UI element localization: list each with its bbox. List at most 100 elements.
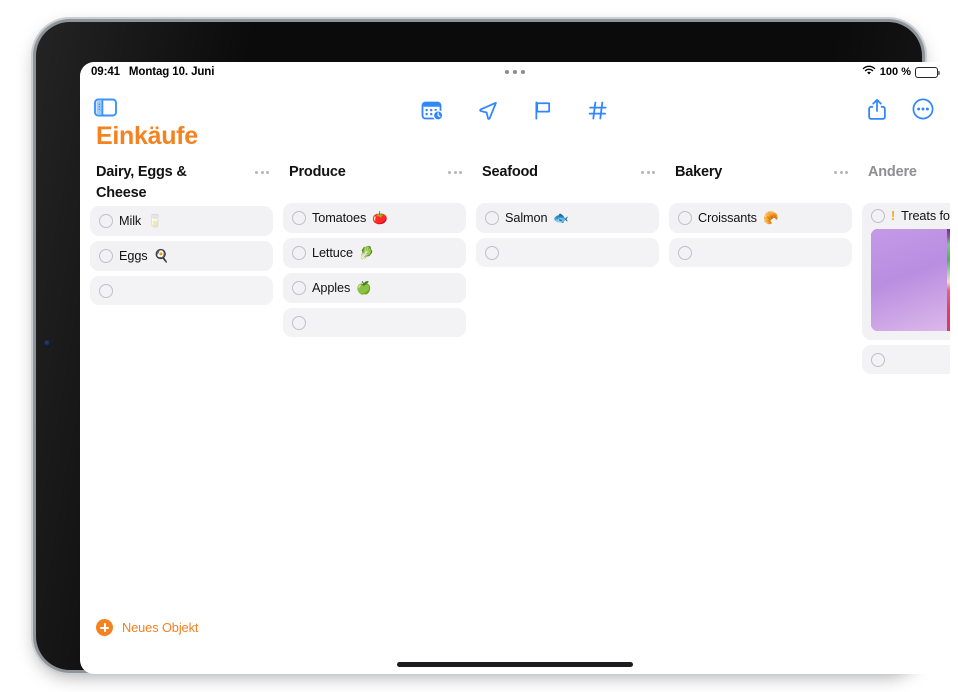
list-item-line: Tomatoes 🍅 [292, 211, 388, 226]
column-menu-icon[interactable] [834, 162, 848, 174]
list-item-text: Croissants [698, 211, 757, 225]
dot [505, 70, 509, 74]
list-item[interactable]: Milk 🥛 [90, 206, 273, 237]
home-indicator[interactable] [397, 662, 633, 667]
toolbar-right-actions [864, 97, 936, 121]
column-rows: Milk 🥛 Eggs 🍳 [90, 206, 273, 306]
ipad-device-frame: 09:41 Montag 10. Juni 100 % Einkäufe Dai… [36, 22, 950, 674]
location-arrow-icon[interactable] [475, 98, 501, 122]
navigation-toolbar [80, 86, 950, 134]
list-item[interactable]: Tomatoes 🍅 [283, 203, 466, 233]
flag-icon[interactable] [530, 98, 556, 122]
empty-list-item[interactable] [476, 238, 659, 267]
checkbox-icon[interactable] [678, 245, 692, 260]
column-title[interactable]: Bakery [675, 162, 722, 183]
checkbox-icon[interactable] [99, 214, 113, 229]
list-item-text: Treats for t [901, 209, 950, 223]
empty-list-item[interactable] [862, 345, 950, 374]
column-header: Andere [862, 162, 950, 200]
column-menu-icon[interactable] [448, 162, 462, 174]
list-item-line: Milk 🥛 [99, 214, 163, 229]
column-title[interactable]: Produce [289, 162, 346, 183]
list-item-line: ! Treats for t [871, 209, 950, 223]
list-item-emoji: 🍏 [356, 280, 372, 295]
list-item[interactable]: Eggs 🍳 [90, 241, 273, 272]
multitasking-dots-icon[interactable] [505, 70, 525, 74]
column-menu-icon[interactable] [255, 162, 269, 174]
sidebar-toggle-icon[interactable] [94, 98, 117, 122]
list-item-line: Lettuce 🥬 [292, 246, 375, 261]
list-item-line [678, 245, 692, 260]
toolbar-actions [420, 98, 611, 122]
page-title[interactable]: Einkäufe [96, 122, 198, 151]
list-item-line: Salmon 🐟 [485, 211, 569, 226]
column-menu-icon[interactable] [641, 162, 655, 174]
list-item-emoji: 🐟 [553, 210, 569, 225]
front-camera-icon [44, 340, 51, 347]
list-item-text: Lettuce [312, 246, 353, 260]
list-item-emoji: 🍅 [372, 210, 388, 225]
status-time: 09:41 [91, 66, 120, 78]
list-item[interactable]: Salmon 🐟 [476, 203, 659, 233]
share-icon[interactable] [864, 97, 890, 121]
list-item[interactable]: Apples 🍏 [283, 273, 466, 303]
checkbox-icon[interactable] [99, 249, 113, 264]
dot [839, 171, 843, 174]
checkbox-icon[interactable] [485, 211, 499, 225]
board-column: Produce Tomatoes 🍅 Lettuce 🥬 Apples 🍏 [283, 162, 476, 626]
column-title[interactable]: Dairy, Eggs & Cheese [96, 162, 236, 203]
new-item-button[interactable]: Neues Objekt [96, 619, 198, 636]
list-item-emoji: 🥐 [762, 210, 779, 225]
list-item-text: Eggs [119, 249, 148, 264]
checkbox-icon[interactable] [292, 315, 306, 330]
empty-list-item[interactable] [669, 238, 852, 267]
column-rows: Salmon 🐟 [476, 203, 659, 267]
list-item-line [485, 245, 499, 260]
battery-percent-label: 100 % [879, 66, 911, 78]
board-column: Bakery Croissants 🥐 [669, 162, 862, 626]
list-item[interactable]: Lettuce 🥬 [283, 238, 466, 268]
empty-list-item[interactable] [283, 308, 466, 337]
column-header: Seafood [476, 162, 659, 200]
column-header: Dairy, Eggs & Cheese [90, 162, 273, 203]
column-title[interactable]: Seafood [482, 162, 538, 183]
dot [260, 171, 264, 174]
list-item-line [292, 315, 306, 330]
checkbox-icon[interactable] [485, 245, 499, 260]
dot [453, 171, 457, 174]
list-item-photo[interactable] [871, 229, 950, 331]
checkbox-icon[interactable] [871, 209, 885, 223]
more-options-icon[interactable] [910, 97, 936, 121]
status-date: Montag 10. Juni [128, 66, 215, 78]
dot [266, 171, 269, 174]
column-rows: Croissants 🥐 [669, 203, 852, 267]
checkbox-icon[interactable] [99, 283, 113, 298]
list-item-emoji: 🥛 [147, 213, 163, 228]
dot [521, 70, 525, 74]
list-item-line [871, 352, 885, 367]
board-column: Dairy, Eggs & Cheese Milk 🥛 Eggs 🍳 [90, 162, 283, 626]
dot [641, 171, 644, 174]
dot [834, 171, 837, 174]
list-item-text: Milk [119, 214, 142, 229]
list-item-line: Eggs 🍳 [99, 249, 169, 264]
list-item[interactable]: ! Treats for t [862, 203, 950, 340]
board-columns: Dairy, Eggs & Cheese Milk 🥛 Eggs 🍳 Produce Tom… [80, 162, 950, 626]
calendar-schedule-icon[interactable] [420, 98, 446, 122]
list-item-text: Salmon [505, 211, 548, 225]
board-column: Seafood Salmon 🐟 [476, 162, 669, 626]
empty-list-item[interactable] [90, 276, 273, 306]
list-item[interactable]: Croissants 🥐 [669, 203, 852, 233]
checkbox-icon[interactable] [678, 211, 692, 225]
column-title[interactable]: Andere [868, 162, 917, 183]
checkbox-icon[interactable] [292, 281, 306, 295]
checkbox-icon[interactable] [871, 352, 885, 367]
priority-icon: ! [891, 209, 896, 223]
checkbox-icon[interactable] [292, 211, 306, 225]
board-column: Andere! Treats for t [862, 162, 950, 626]
hashtag-icon[interactable] [585, 98, 611, 122]
dot [513, 70, 517, 74]
checkbox-icon[interactable] [292, 246, 306, 260]
dot [255, 171, 258, 174]
list-item-line [99, 283, 113, 298]
